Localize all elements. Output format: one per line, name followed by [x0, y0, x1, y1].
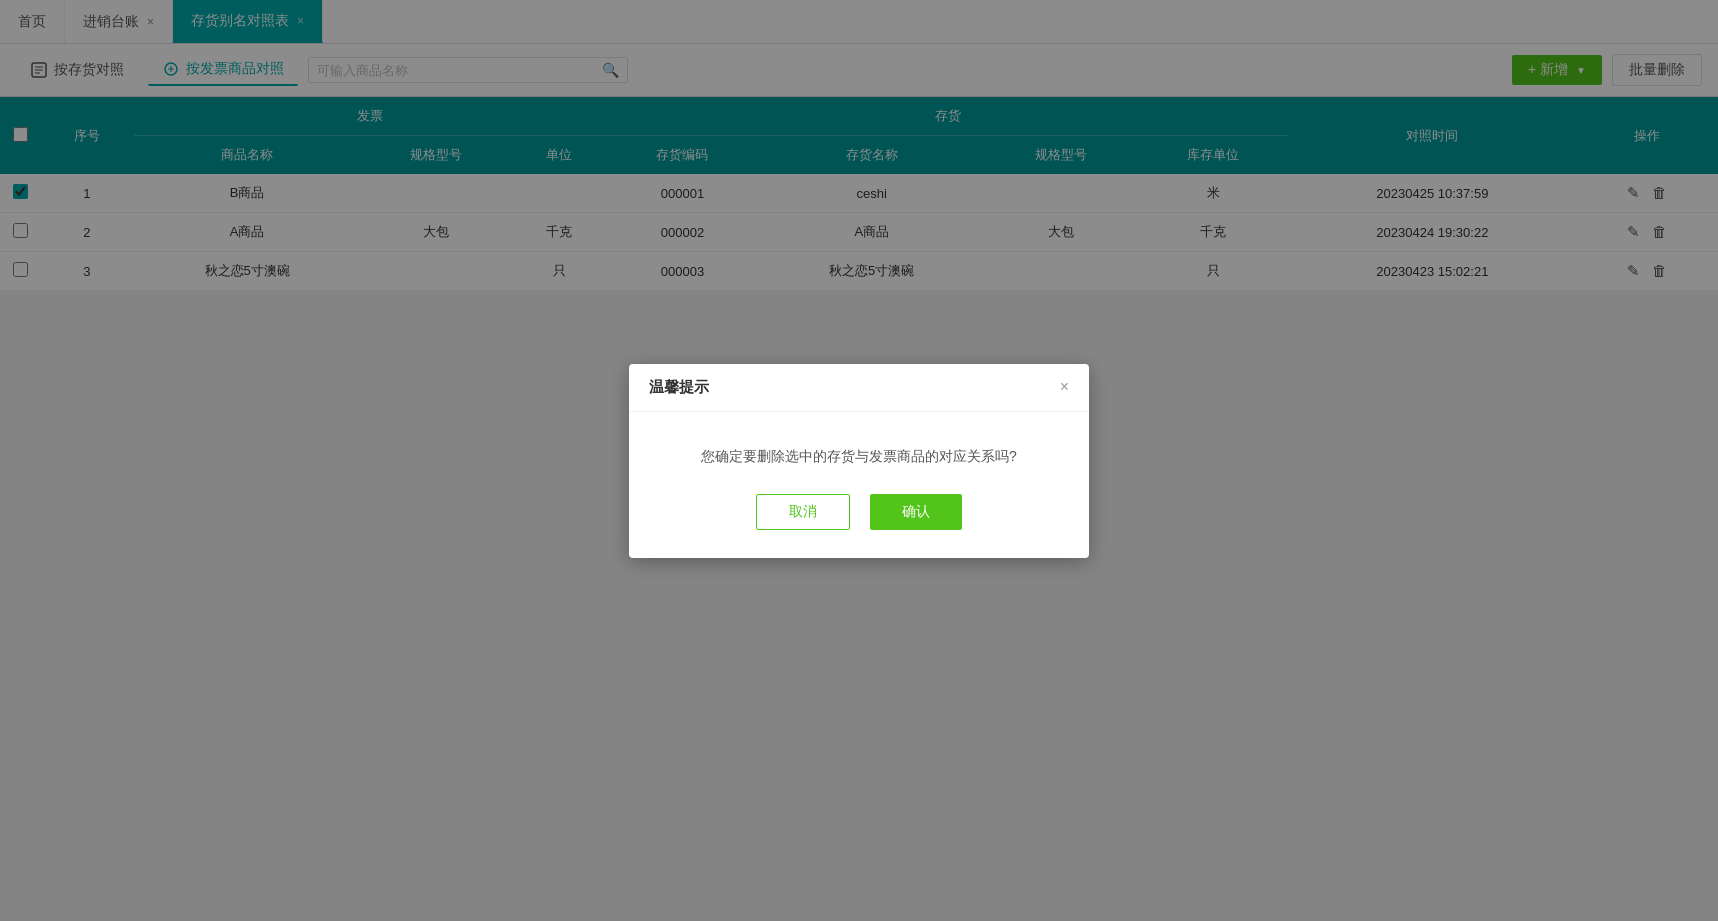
modal-overlay: 温馨提示 × 您确定要删除选中的存货与发票商品的对应关系吗? 取消 确认 — [0, 0, 1718, 291]
